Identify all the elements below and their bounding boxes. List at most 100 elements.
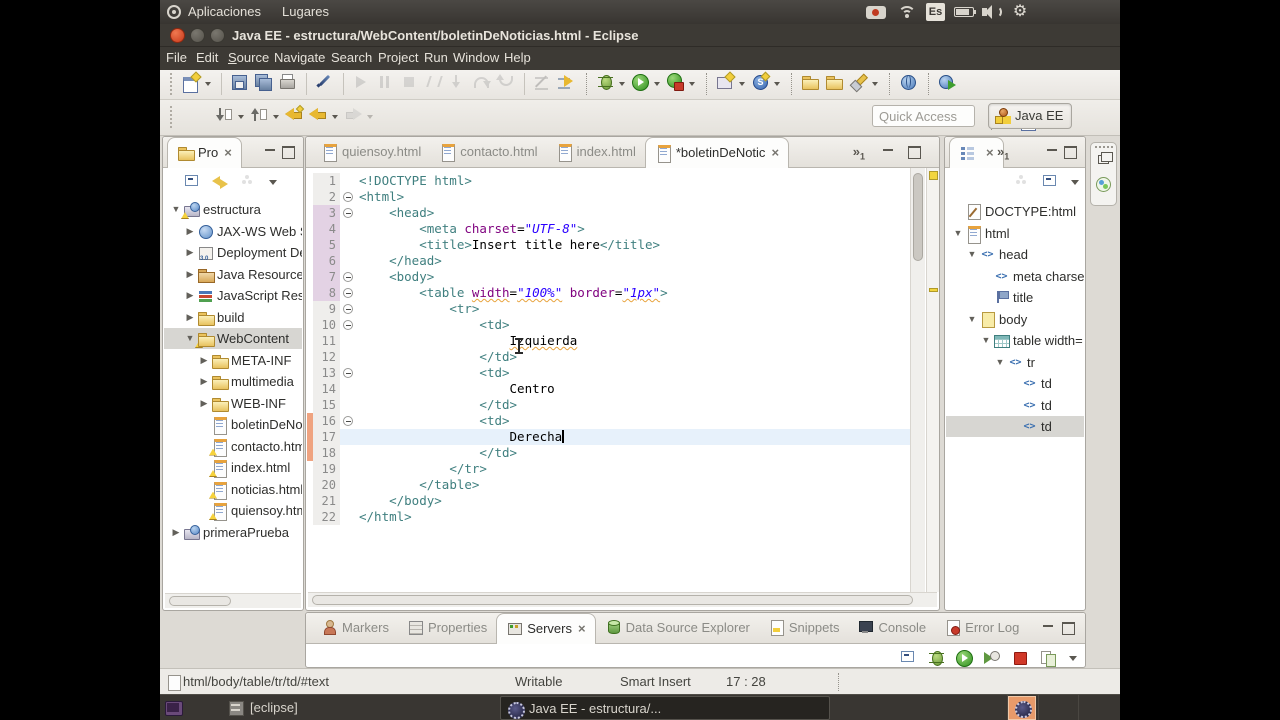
line-number[interactable]: 19 (313, 461, 340, 477)
wifi-icon[interactable] (898, 3, 918, 21)
editor-tab-contactohtml[interactable]: contacto.html (430, 137, 546, 167)
toolbar-drag-handle[interactable] (170, 106, 173, 128)
window-close-button[interactable] (170, 28, 185, 43)
line-number[interactable]: 15 (313, 397, 340, 413)
line-number[interactable]: 3 (313, 205, 340, 221)
line-number[interactable]: 9 (313, 301, 340, 317)
tree-item-tr[interactable]: ▼ <> tr (946, 352, 1084, 373)
debug-server-button[interactable] (927, 649, 947, 667)
tree-item-webcontent[interactable]: ▼ WebContent (164, 328, 302, 349)
fold-collapse-icon[interactable] (343, 368, 353, 378)
line-number[interactable]: 1 (313, 173, 340, 189)
expand-arrow-icon[interactable]: ▼ (170, 199, 182, 220)
fold-collapse-icon[interactable] (343, 288, 353, 298)
tree-item-quiensoyhtm[interactable]: quiensoy.htm (164, 500, 302, 521)
tree-item-html[interactable]: ▼ html (946, 223, 1084, 244)
stop-server-button[interactable] (1011, 649, 1031, 667)
save-all-button[interactable] (254, 73, 274, 95)
tab-console[interactable]: Console (848, 613, 935, 643)
tree-item-webinf[interactable]: ▶ WEB-INF (164, 393, 302, 414)
editor-tab-indexhtml[interactable]: index.html (547, 137, 645, 167)
editor-overview-ruler[interactable] (926, 168, 939, 592)
tree-item-contactohtm[interactable]: contacto.htm (164, 436, 302, 457)
line-number[interactable]: 21 (313, 493, 340, 509)
profile-server-button[interactable] (983, 649, 1003, 667)
tree-item-head[interactable]: ▼ <> head (946, 244, 1084, 265)
forward-button[interactable] (344, 106, 364, 128)
debug-pause-button[interactable] (376, 73, 396, 95)
dropdown-arrow-icon[interactable] (774, 82, 780, 86)
menu-window[interactable]: Window (453, 47, 499, 70)
expand-arrow-icon[interactable]: ▼ (966, 309, 978, 330)
expand-arrow-icon[interactable]: ▶ (184, 221, 196, 242)
open-folder-button[interactable] (825, 73, 845, 95)
view-menu-icon[interactable] (1071, 179, 1079, 185)
tree-item-noticiashtml[interactable]: noticias.html (164, 479, 302, 500)
tree-item-td[interactable]: <> td (946, 373, 1084, 394)
expand-arrow-icon[interactable]: ▶ (184, 242, 196, 263)
scrollbar-thumb[interactable] (913, 173, 923, 261)
tree-item-multimedia[interactable]: ▶ multimedia (164, 371, 302, 392)
line-number[interactable]: 7 (313, 269, 340, 285)
fold-collapse-icon[interactable] (343, 208, 353, 218)
fold-collapse-icon[interactable] (343, 272, 353, 282)
fold-collapse-icon[interactable] (343, 192, 353, 202)
editor-vscrollbar[interactable] (910, 168, 925, 592)
outline-tab-overflow[interactable]: »1 (997, 144, 1009, 162)
restore-view-icon[interactable] (1098, 152, 1113, 164)
tab-data-source-explorer[interactable]: Data Source Explorer (596, 613, 759, 643)
minimize-editor-icon[interactable] (882, 146, 895, 157)
link-with-editor-button[interactable] (211, 173, 231, 191)
expand-arrow-icon[interactable]: ▼ (994, 352, 1006, 373)
show-desktop-icon[interactable] (165, 700, 183, 716)
taskbar-item-eclipse-window[interactable]: Java EE - estructura/... (500, 696, 830, 720)
keyboard-layout-indicator[interactable]: Es (926, 3, 945, 21)
publish-button[interactable] (1039, 649, 1059, 667)
maximize-view-icon[interactable] (282, 146, 295, 159)
line-number[interactable]: 8 (313, 285, 340, 301)
tab-snippets[interactable]: Snippets (759, 613, 849, 643)
taskbar-item-eclipse-launcher[interactable]: [eclipse] (222, 696, 308, 720)
start-server-button[interactable] (955, 649, 975, 667)
skip-breakpoints-button[interactable] (533, 73, 553, 95)
perspective-java-ee-button[interactable]: Java EE (988, 103, 1073, 129)
highlight-brush-button[interactable] (849, 73, 869, 95)
screen-recorder-icon[interactable] (866, 6, 886, 19)
collapse-all-button[interactable] (1041, 173, 1061, 191)
collapse-all-button[interactable] (183, 173, 203, 191)
dropdown-arrow-icon[interactable] (739, 82, 745, 86)
line-number[interactable]: 20 (313, 477, 340, 493)
minimize-view-icon[interactable] (1046, 146, 1059, 157)
collapse-all-button[interactable] (899, 649, 919, 667)
fold-collapse-icon[interactable] (343, 320, 353, 330)
tab-error-log[interactable]: Error Log (935, 613, 1028, 643)
tree-item-td[interactable]: <> td (946, 395, 1084, 416)
tree-item-td[interactable]: <> td (946, 416, 1084, 437)
debug-resume-button[interactable] (352, 73, 372, 95)
new-servlet-button[interactable] (751, 73, 771, 95)
expand-arrow-icon[interactable]: ▶ (198, 371, 210, 392)
expand-arrow-icon[interactable]: ▶ (184, 264, 196, 285)
mark-occurrences-pen-button[interactable] (315, 73, 335, 95)
tab-markers[interactable]: Markers (312, 613, 398, 643)
scrollbar-thumb[interactable] (312, 595, 913, 605)
tree-item-metacharse[interactable]: <> meta charse (946, 266, 1084, 287)
line-number[interactable]: 16 (313, 413, 340, 429)
toolbar-drag-handle[interactable] (170, 73, 173, 95)
tab-close-icon[interactable]: × (224, 138, 232, 167)
tab-close-icon[interactable]: × (986, 138, 994, 167)
window-minimize-button[interactable] (190, 28, 205, 43)
debug-stop-button[interactable] (400, 73, 420, 95)
step-filters-button[interactable] (557, 73, 577, 95)
overview-warning-summary-icon[interactable] (929, 171, 938, 180)
new-wizard-button[interactable] (182, 73, 202, 95)
menu-source[interactable]: Source (228, 47, 269, 70)
web-browser-button[interactable] (899, 73, 919, 95)
tab-close-icon[interactable]: × (771, 138, 779, 167)
previous-annotation-button[interactable] (250, 106, 270, 128)
menu-lugares[interactable]: Lugares (276, 0, 335, 24)
tree-item-doctypehtml[interactable]: DOCTYPE:html (946, 201, 1084, 222)
project-explorer-hscrollbar[interactable] (165, 593, 301, 608)
dropdown-arrow-icon[interactable] (331, 115, 338, 119)
expand-arrow-icon[interactable]: ▼ (184, 328, 196, 349)
